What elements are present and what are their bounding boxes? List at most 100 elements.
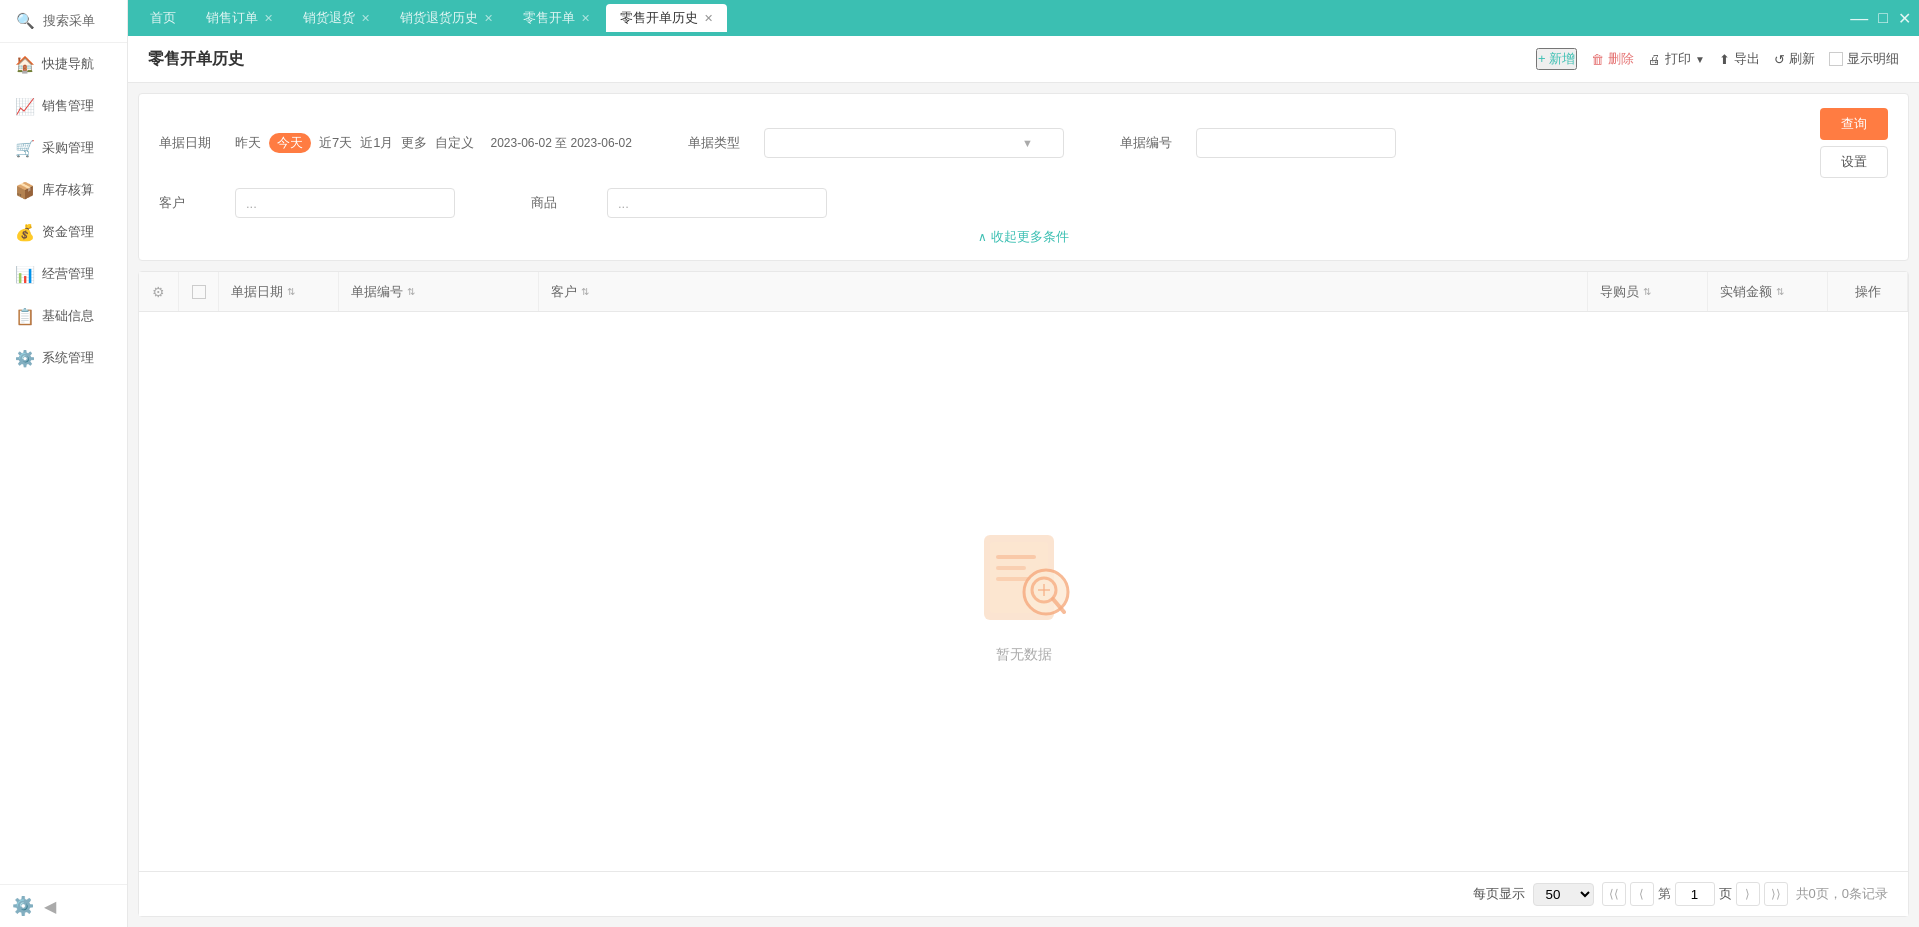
sidebar-label-purchase-mgmt: 采购管理 xyxy=(42,139,94,157)
page-input[interactable]: 1 xyxy=(1675,882,1715,906)
window-minimize-icon[interactable]: — xyxy=(1850,8,1868,29)
sidebar-item-basic-info[interactable]: 📋 基础信息 xyxy=(0,295,127,337)
sidebar-item-inventory[interactable]: 📦 库存核算 xyxy=(0,169,127,211)
settings-icon: ⚙ xyxy=(152,284,165,300)
tab-sales-return-history-close[interactable]: ✕ xyxy=(484,12,493,25)
th-settings[interactable]: ⚙ xyxy=(139,272,179,311)
purchase-icon: 🛒 xyxy=(16,139,34,157)
th-date-label: 单据日期 xyxy=(231,283,283,301)
refresh-button[interactable]: ↺ 刷新 xyxy=(1774,50,1815,68)
sidebar-item-quick-nav[interactable]: 🏠 快捷导航 xyxy=(0,43,127,85)
filter-row-1: 单据日期 昨天 今天 近7天 近1月 更多 自定义 2023-06-02 至 2… xyxy=(159,108,1888,178)
page-first-btn[interactable]: ⟨⟨ xyxy=(1602,882,1626,906)
date-opt-today[interactable]: 今天 xyxy=(269,133,311,153)
th-amount: 实销金额 ⇅ xyxy=(1708,272,1828,311)
query-button[interactable]: 查询 xyxy=(1820,108,1888,140)
sidebar-item-sales-mgmt[interactable]: 📈 销售管理 xyxy=(0,85,127,127)
filter-collapse-btn[interactable]: ∧ 收起更多条件 xyxy=(159,228,1888,246)
date-opt-7days[interactable]: 近7天 xyxy=(319,134,352,152)
tab-sales-return-history[interactable]: 销货退货历史 ✕ xyxy=(386,4,507,32)
date-opt-custom[interactable]: 自定义 xyxy=(435,134,474,152)
empty-state: 暂无数据 xyxy=(139,312,1908,871)
tab-retail-open-history-close[interactable]: ✕ xyxy=(704,12,713,25)
tab-retail-open-label: 零售开单 xyxy=(523,9,575,27)
tab-sales-return-label: 销货退货 xyxy=(303,9,355,27)
checkbox-all-icon xyxy=(192,285,206,299)
sidebar-label-sales-mgmt: 销售管理 xyxy=(42,97,94,115)
page-last-btn[interactable]: ⟩⟩ xyxy=(1764,882,1788,906)
table-area: ⚙ 单据日期 ⇅ 单据编号 ⇅ 客户 ⇅ 导购员 xyxy=(138,271,1909,917)
header-actions: + 新增 🗑 删除 🖨 打印 ▼ ⬆ 导出 ↺ 刷新 xyxy=(1536,48,1899,70)
date-opt-1month[interactable]: 近1月 xyxy=(360,134,393,152)
table-header: ⚙ 单据日期 ⇅ 单据编号 ⇅ 客户 ⇅ 导购员 xyxy=(139,272,1908,312)
sidebar-item-operations[interactable]: 📊 经营管理 xyxy=(0,253,127,295)
tab-retail-open[interactable]: 零售开单 ✕ xyxy=(509,4,604,32)
print-chevron-icon: ▼ xyxy=(1695,54,1705,65)
per-page-select[interactable]: 50 10 20 100 xyxy=(1533,883,1594,906)
th-date: 单据日期 ⇅ xyxy=(219,272,339,311)
th-date-sort-icon[interactable]: ⇅ xyxy=(287,286,295,297)
sidebar-bottom: ⚙️ ◀ xyxy=(0,884,127,927)
filter-settings-button[interactable]: 设置 xyxy=(1820,146,1888,178)
page-title: 零售开单历史 xyxy=(148,49,244,70)
print-button[interactable]: 🖨 打印 ▼ xyxy=(1648,50,1705,68)
page-next-btn[interactable]: ⟩ xyxy=(1736,882,1760,906)
sidebar-label-inventory: 库存核算 xyxy=(42,181,94,199)
add-button[interactable]: + 新增 xyxy=(1536,48,1577,70)
page-header: 零售开单历史 + 新增 🗑 删除 🖨 打印 ▼ ⬆ 导出 xyxy=(128,36,1919,83)
tab-sales-return-history-label: 销货退货历史 xyxy=(400,9,478,27)
date-opt-more[interactable]: 更多 xyxy=(401,134,427,152)
doc-type-chevron-icon: ▼ xyxy=(1022,137,1033,149)
th-check[interactable] xyxy=(179,272,219,311)
display-detail-checkbox[interactable] xyxy=(1829,52,1843,66)
tab-sales-return[interactable]: 销货退货 ✕ xyxy=(289,4,384,32)
window-maximize-icon[interactable]: □ xyxy=(1878,9,1888,27)
tab-retail-open-history[interactable]: 零售开单历史 ✕ xyxy=(606,4,727,32)
date-opt-yesterday[interactable]: 昨天 xyxy=(235,134,261,152)
tab-home[interactable]: 首页 xyxy=(136,4,190,32)
svg-rect-2 xyxy=(996,555,1036,559)
sidebar-item-purchase-mgmt[interactable]: 🛒 采购管理 xyxy=(0,127,127,169)
goods-select[interactable]: ... xyxy=(607,188,827,218)
sidebar-search[interactable]: 🔍 搜索采单 xyxy=(0,0,127,43)
export-button[interactable]: ⬆ 导出 xyxy=(1719,50,1760,68)
date-label: 单据日期 xyxy=(159,134,219,152)
th-guide: 导购员 ⇅ xyxy=(1588,272,1708,311)
empty-illustration xyxy=(964,520,1084,630)
print-label: 打印 xyxy=(1665,50,1691,68)
th-ops: 操作 xyxy=(1828,272,1908,311)
th-guide-sort-icon[interactable]: ⇅ xyxy=(1643,286,1651,297)
doc-num-input[interactable] xyxy=(1196,128,1396,158)
sidebar-item-finance[interactable]: 💰 资金管理 xyxy=(0,211,127,253)
filter-row-2: 客户 ... 商品 ... xyxy=(159,188,1888,218)
delete-button[interactable]: 🗑 删除 xyxy=(1591,50,1634,68)
tab-home-label: 首页 xyxy=(150,9,176,27)
display-detail-option[interactable]: 显示明细 xyxy=(1829,50,1899,68)
add-label: + 新增 xyxy=(1538,50,1575,68)
window-close-icon[interactable]: ✕ xyxy=(1898,9,1911,28)
tab-sales-return-close[interactable]: ✕ xyxy=(361,12,370,25)
th-num-sort-icon[interactable]: ⇅ xyxy=(407,286,415,297)
th-num-label: 单据编号 xyxy=(351,283,403,301)
svg-rect-3 xyxy=(996,566,1026,570)
th-amount-sort-icon[interactable]: ⇅ xyxy=(1776,286,1784,297)
th-customer-sort-icon[interactable]: ⇅ xyxy=(581,286,589,297)
th-num: 单据编号 ⇅ xyxy=(339,272,539,311)
doc-type-select[interactable]: ▼ xyxy=(764,128,1064,158)
print-icon: 🖨 xyxy=(1648,52,1661,67)
customer-select[interactable]: ... xyxy=(235,188,455,218)
tab-bar: 首页 销售订单 ✕ 销货退货 ✕ 销货退货历史 ✕ 零售开单 ✕ 零售开单历史 … xyxy=(128,0,1919,36)
tab-sales-order[interactable]: 销售订单 ✕ xyxy=(192,4,287,32)
date-range-value: 2023-06-02 至 2023-06-02 xyxy=(490,135,631,152)
page-prev-btn[interactable]: ⟨ xyxy=(1630,882,1654,906)
sidebar-label-operations: 经营管理 xyxy=(42,265,94,283)
tab-retail-open-close[interactable]: ✕ xyxy=(581,12,590,25)
tab-sales-order-close[interactable]: ✕ xyxy=(264,12,273,25)
sidebar-item-system[interactable]: ⚙️ 系统管理 xyxy=(0,337,127,379)
sidebar-collapse-icon[interactable]: ◀ xyxy=(44,897,56,916)
tab-retail-open-history-label: 零售开单历史 xyxy=(620,9,698,27)
bottom-settings-icon[interactable]: ⚙️ xyxy=(12,895,34,917)
sidebar-label-finance: 资金管理 xyxy=(42,223,94,241)
goods-label: 商品 xyxy=(531,194,591,212)
th-ops-label: 操作 xyxy=(1855,283,1881,301)
